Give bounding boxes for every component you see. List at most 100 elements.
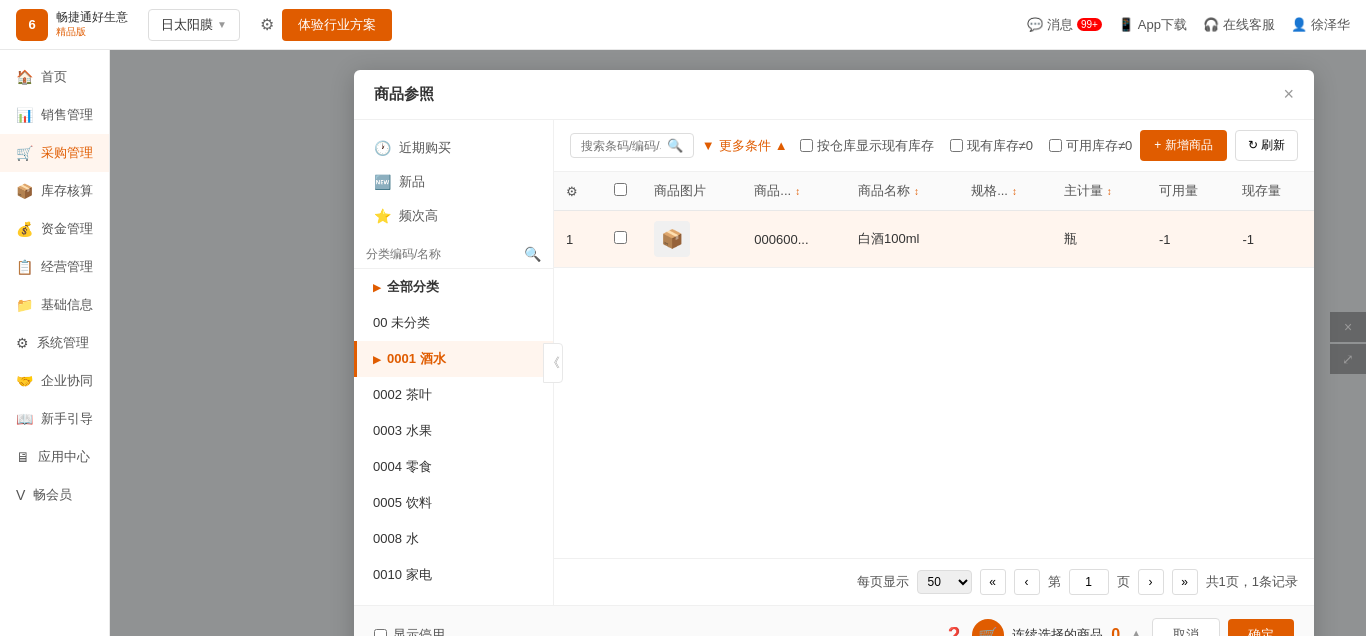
cancel-btn[interactable]: 取消 bbox=[1152, 618, 1220, 636]
th-settings[interactable]: ⚙ bbox=[554, 172, 602, 211]
table-header-row: ⚙ 商品图片 商品...↕ 商品名称↕ 规格...↕ 主计量↕ 可用量 现存量 bbox=[554, 172, 1314, 211]
confirm-btn[interactable]: 确定 bbox=[1228, 619, 1294, 636]
quick-item-frequent[interactable]: ⭐ 频次高 bbox=[362, 200, 545, 232]
cat-tea[interactable]: 0002 茶叶 bbox=[354, 377, 553, 413]
footer-left: 显示停用 bbox=[374, 626, 445, 636]
sidebar-item-operation[interactable]: 📋 经营管理 bbox=[0, 248, 109, 286]
th-spec[interactable]: 规格...↕ bbox=[959, 172, 1052, 211]
th-unit[interactable]: 主计量↕ bbox=[1052, 172, 1147, 211]
page-size-select[interactable]: 50 20 100 bbox=[917, 570, 972, 594]
product-table-wrap: ⚙ 商品图片 商品...↕ 商品名称↕ 规格...↕ 主计量↕ 可用量 现存量 bbox=[554, 172, 1314, 558]
collapse-cart-icon[interactable]: ▲ bbox=[1128, 626, 1144, 636]
sidebar-item-inventory[interactable]: 📦 库存核算 bbox=[0, 172, 109, 210]
page-size-label: 每页显示 bbox=[857, 573, 909, 591]
cb-stock-ne0-input[interactable] bbox=[950, 139, 963, 152]
cat-alcohol-label: 0001 酒水 bbox=[387, 350, 446, 368]
help-icon[interactable]: ❓ bbox=[944, 626, 964, 637]
cat-appliances[interactable]: 0010 家电 bbox=[354, 557, 553, 593]
select-all-checkbox[interactable] bbox=[614, 183, 627, 196]
row-code: 000600... bbox=[742, 211, 846, 268]
cat-uncategorized-label: 00 未分类 bbox=[373, 314, 430, 332]
add-product-btn[interactable]: + 新增商品 bbox=[1140, 130, 1226, 161]
category-search-btn[interactable]: 🔍 bbox=[524, 246, 541, 262]
cat-snacks[interactable]: 0004 零食 bbox=[354, 449, 553, 485]
row-select-checkbox[interactable] bbox=[614, 231, 627, 244]
cat-drinks[interactable]: 0005 饮料 bbox=[354, 485, 553, 521]
sidebar-item-home[interactable]: 🏠 首页 bbox=[0, 58, 109, 96]
page-last-btn[interactable]: » bbox=[1172, 569, 1198, 595]
cat-uncategorized[interactable]: 00 未分类 bbox=[354, 305, 553, 341]
apps-icon: 🖥 bbox=[16, 449, 30, 465]
sidebar-item-apps[interactable]: 🖥 应用中心 bbox=[0, 438, 109, 476]
sidebar-label-finance: 资金管理 bbox=[41, 220, 93, 238]
filter-arrow: ▲ bbox=[775, 138, 788, 153]
th-checkbox bbox=[602, 172, 642, 211]
product-table: ⚙ 商品图片 商品...↕ 商品名称↕ 规格...↕ 主计量↕ 可用量 现存量 bbox=[554, 172, 1314, 268]
home-icon: 🏠 bbox=[16, 69, 33, 85]
nav-service[interactable]: 🎧 在线客服 bbox=[1203, 16, 1275, 34]
cat-fruit[interactable]: 0003 水果 bbox=[354, 413, 553, 449]
app-icon: 📱 bbox=[1118, 17, 1134, 32]
show-disabled-label[interactable]: 显示停用 bbox=[374, 626, 445, 636]
th-stock[interactable]: 现存量 bbox=[1230, 172, 1314, 211]
sidebar-label-basic: 基础信息 bbox=[41, 296, 93, 314]
cat-water[interactable]: 0008 水 bbox=[354, 521, 553, 557]
cat-all[interactable]: ▶ 全部分类 bbox=[354, 269, 553, 305]
cb-stock-show[interactable]: 按仓库显示现有库存 bbox=[800, 137, 934, 155]
page-prev-btn[interactable]: ‹ bbox=[1014, 569, 1040, 595]
page-next-btn[interactable]: › bbox=[1138, 569, 1164, 595]
nav-user[interactable]: 👤 徐泽华 bbox=[1291, 16, 1350, 34]
sidebar-item-sales[interactable]: 📊 销售管理 bbox=[0, 96, 109, 134]
sidebar-label-system: 系统管理 bbox=[37, 334, 89, 352]
sidebar-item-purchase[interactable]: 🛒 采购管理 bbox=[0, 134, 109, 172]
sidebar-item-basic[interactable]: 📁 基础信息 bbox=[0, 286, 109, 324]
quick-item-recent[interactable]: 🕐 近期购买 bbox=[362, 132, 545, 164]
page-number-input[interactable] bbox=[1069, 569, 1109, 595]
cat-snacks-label: 0004 零食 bbox=[373, 458, 432, 476]
quick-label-frequent: 频次高 bbox=[399, 207, 438, 225]
page-first-btn[interactable]: « bbox=[980, 569, 1006, 595]
product-search-icon[interactable]: 🔍 bbox=[667, 138, 683, 153]
username-label: 徐泽华 bbox=[1311, 16, 1350, 34]
sidebar-item-corp[interactable]: 🤝 企业协同 bbox=[0, 362, 109, 400]
quick-access: 🕐 近期购买 🆕 新品 ⭐ 频次高 bbox=[354, 132, 553, 240]
nav-selector[interactable]: 日太阳膜 ▼ bbox=[148, 9, 240, 41]
sidebar-item-finance[interactable]: 💰 资金管理 bbox=[0, 210, 109, 248]
sidebar-item-guide[interactable]: 📖 新手引导 bbox=[0, 400, 109, 438]
filter-btn[interactable]: ▼ 更多条件 ▲ bbox=[702, 137, 788, 155]
top-nav: 6 畅捷通好生意 精品版 日太阳膜 ▼ ⚙ 体验行业方案 💬 消息 99+ 📱 … bbox=[0, 0, 1366, 50]
sidebar-item-member[interactable]: V 畅会员 bbox=[0, 476, 109, 514]
settings-icon[interactable]: ⚙ bbox=[260, 15, 274, 34]
sidebar-item-system[interactable]: ⚙ 系统管理 bbox=[0, 324, 109, 362]
cart-icon[interactable]: 🛒 bbox=[972, 619, 1004, 636]
product-search-input[interactable] bbox=[581, 139, 661, 153]
system-icon: ⚙ bbox=[16, 335, 29, 351]
th-code[interactable]: 商品...↕ bbox=[742, 172, 846, 211]
cb-avail-ne0-input[interactable] bbox=[1049, 139, 1062, 152]
th-avail[interactable]: 可用量 bbox=[1147, 172, 1230, 211]
experience-btn[interactable]: 体验行业方案 bbox=[282, 9, 392, 41]
cb-stock-show-label: 按仓库显示现有库存 bbox=[817, 137, 934, 155]
modal-close-btn[interactable]: × bbox=[1283, 84, 1294, 105]
category-search-input[interactable] bbox=[366, 247, 524, 261]
filter-label: 更多条件 bbox=[719, 137, 771, 155]
row-checkbox[interactable] bbox=[602, 211, 642, 268]
nav-selector-label: 日太阳膜 bbox=[161, 16, 213, 34]
cat-alcohol[interactable]: ▶ 0001 酒水 bbox=[354, 341, 553, 377]
show-disabled-checkbox[interactable] bbox=[374, 629, 387, 637]
th-name[interactable]: 商品名称↕ bbox=[846, 172, 959, 211]
cb-stock-ne0[interactable]: 现有库存≠0 bbox=[950, 137, 1033, 155]
table-row[interactable]: 1 📦 000600... 白酒100ml 瓶 -1 bbox=[554, 211, 1314, 268]
collapse-left-btn[interactable]: 《 bbox=[543, 343, 563, 383]
row-name: 白酒100ml bbox=[846, 211, 959, 268]
logo-icon: 6 bbox=[16, 9, 48, 41]
refresh-btn[interactable]: ↻ 刷新 bbox=[1235, 130, 1298, 161]
nav-message[interactable]: 💬 消息 99+ bbox=[1027, 16, 1102, 34]
basic-icon: 📁 bbox=[16, 297, 33, 313]
main-layout: 🏠 首页 📊 销售管理 🛒 采购管理 📦 库存核算 💰 资金管理 📋 经营管理 … bbox=[0, 50, 1366, 636]
cb-stock-show-input[interactable] bbox=[800, 139, 813, 152]
nav-app-download[interactable]: 📱 App下载 bbox=[1118, 16, 1187, 34]
cb-avail-ne0[interactable]: 可用库存≠0 bbox=[1049, 137, 1132, 155]
quick-item-new[interactable]: 🆕 新品 bbox=[362, 166, 545, 198]
filter-icon: ▼ bbox=[702, 138, 715, 153]
